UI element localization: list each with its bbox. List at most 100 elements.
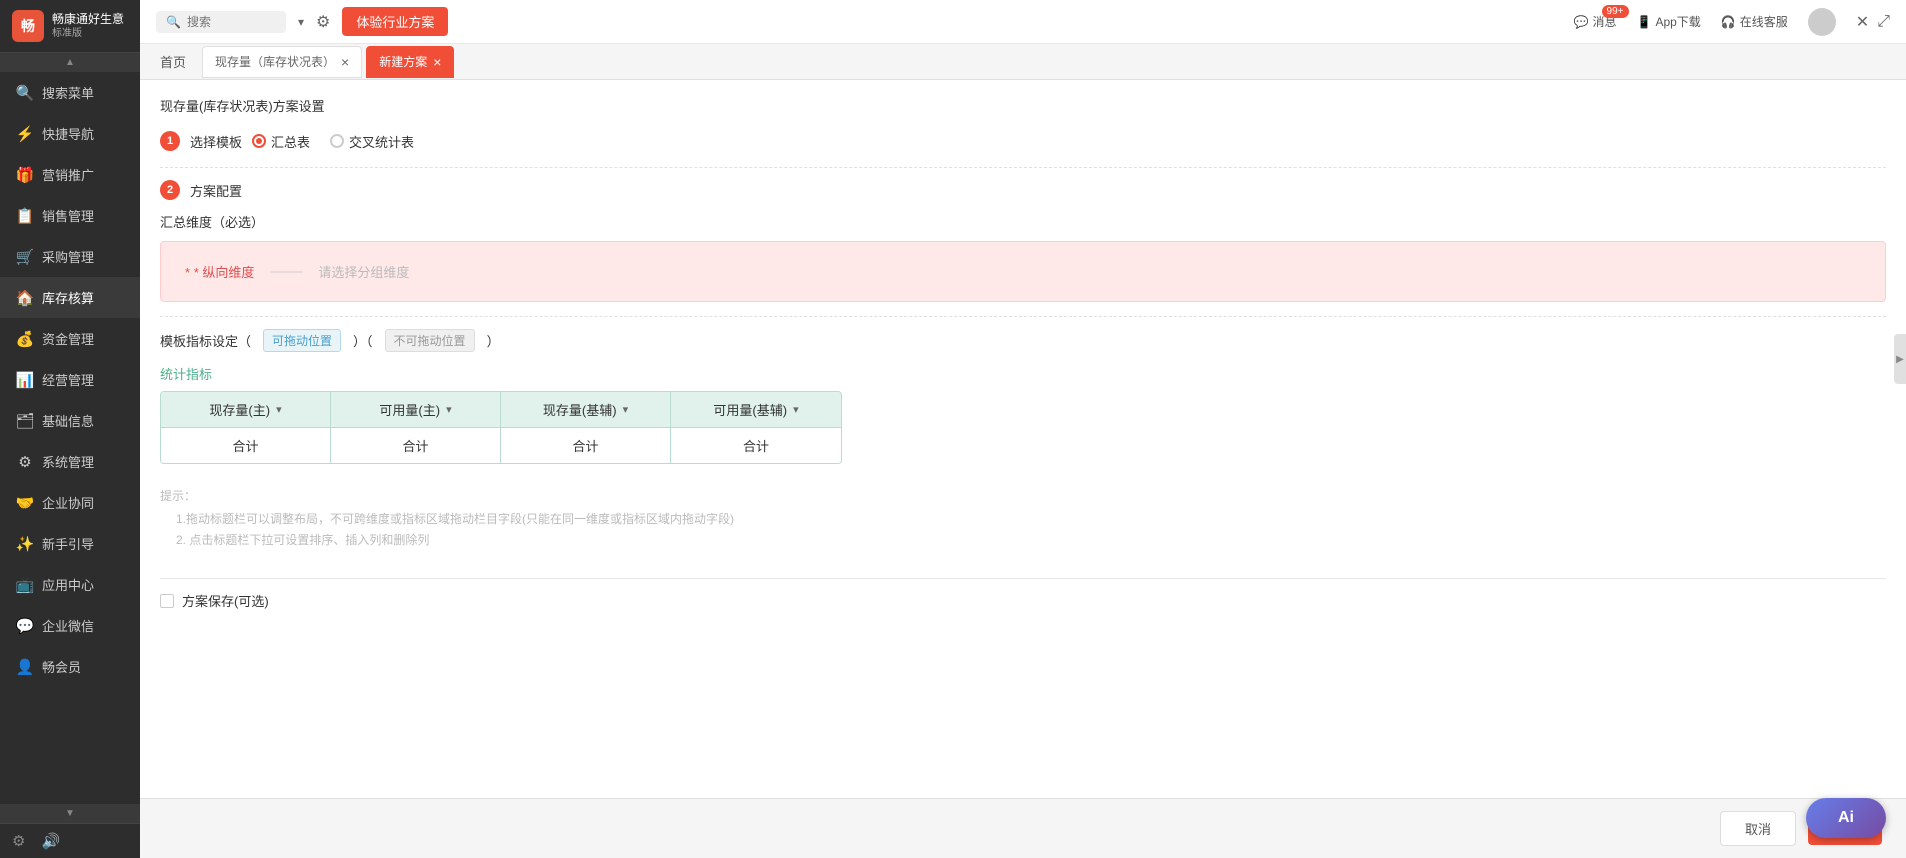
gear-icon[interactable]: ⚙ xyxy=(316,12,330,32)
indicator-badge-draggable: 可拖动位置 xyxy=(263,329,341,352)
col1-dropdown-icon[interactable]: ▾ xyxy=(276,403,282,416)
step1-number: 1 xyxy=(160,131,180,151)
app-center-icon: 📺 xyxy=(16,576,34,594)
tab-close-new-scheme[interactable]: × xyxy=(433,55,441,69)
radio-cross[interactable]: 交叉统计表 xyxy=(330,132,414,151)
nav-icon: ⚡ xyxy=(16,125,34,143)
required-mark: * xyxy=(185,265,190,280)
sidebar-item-member[interactable]: 👤 畅会员 xyxy=(0,646,140,687)
ai-float-button[interactable]: Ai xyxy=(1806,798,1886,838)
bottom-bar: 取消 查询 xyxy=(140,798,1906,858)
gift-icon: 🎁 xyxy=(16,166,34,184)
stat-col-3-header: 现存量(基辅) ▾ xyxy=(501,392,670,427)
expand-icon[interactable]: ⤢ xyxy=(1877,13,1890,31)
save-scheme-checkbox[interactable] xyxy=(160,594,174,608)
stat-col-1-header: 现存量(主) ▾ xyxy=(161,392,330,427)
chevron-down-icon: ▾ xyxy=(298,15,304,29)
tab-bar: 首页 现存量（库存状况表） × 新建方案 × xyxy=(140,44,1906,80)
speaker-icon[interactable]: 🔊 xyxy=(41,832,60,850)
tips-section: 提示： 1.拖动标题栏可以调整布局，不可跨维度或指标区域拖动栏目字段(只能在同一… xyxy=(160,477,1886,562)
stat-col-4: 可用量(基辅) ▾ xyxy=(671,392,841,427)
stat-label: 统计指标 xyxy=(160,364,1886,383)
col3-dropdown-icon[interactable]: ▾ xyxy=(623,403,629,416)
sidebar-item-marketing[interactable]: 🎁 营销推广 xyxy=(0,154,140,195)
tab-new-scheme[interactable]: 新建方案 × xyxy=(366,46,454,78)
sidebar-scroll-down[interactable]: ▼ xyxy=(0,804,140,823)
radio-summary[interactable]: 汇总表 xyxy=(252,132,310,151)
sidebar-item-guide[interactable]: ✨ 新手引导 xyxy=(0,523,140,564)
step1-section: 1 选择模板 汇总表 交叉统计表 xyxy=(160,131,1886,151)
sidebar-item-nav[interactable]: ⚡ 快捷导航 xyxy=(0,113,140,154)
sidebar-footer: ⚙ 🔊 xyxy=(0,823,140,858)
dimension-arrow: —— xyxy=(270,263,302,281)
step1-title: 选择模板 xyxy=(190,132,242,151)
step2-header: 2 方案配置 xyxy=(160,180,1886,200)
stat-col-2-header: 可用量(主) ▾ xyxy=(331,392,500,427)
sidebar-item-finance[interactable]: 💰 资金管理 xyxy=(0,318,140,359)
step2-title: 方案配置 xyxy=(190,181,242,200)
col2-dropdown-icon[interactable]: ▾ xyxy=(446,403,452,416)
wechat-icon: 💬 xyxy=(16,617,34,635)
tab-home[interactable]: 首页 xyxy=(148,46,198,78)
sidebar-item-purchase[interactable]: 🛒 采购管理 xyxy=(0,236,140,277)
sidebar-scroll-up[interactable]: ▲ xyxy=(0,53,140,72)
info-icon: 🗂 xyxy=(16,412,34,430)
divider-1 xyxy=(160,167,1886,168)
sidebar-item-business[interactable]: 📊 经营管理 xyxy=(0,359,140,400)
divider-2 xyxy=(160,316,1886,317)
top-dropdown[interactable]: ▾ xyxy=(298,15,304,29)
collab-icon: 🤝 xyxy=(16,494,34,512)
tab-close-inventory[interactable]: × xyxy=(341,55,349,69)
stat-cell-4: 合计 xyxy=(671,427,841,463)
tab-inventory-status[interactable]: 现存量（库存状况表） × xyxy=(202,46,362,78)
search-input[interactable] xyxy=(187,15,267,29)
template-radio-group: 汇总表 交叉统计表 xyxy=(252,132,414,151)
page-content: 现存量(库存状况表)方案设置 1 选择模板 汇总表 xyxy=(140,80,1906,638)
online-service-item[interactable]: 🎧 在线客服 xyxy=(1721,13,1788,30)
stat-cell-1: 合计 xyxy=(161,427,331,463)
vertical-dimension-label: * * 纵向维度 xyxy=(185,262,254,281)
sales-icon: 📋 xyxy=(16,207,34,225)
col4-dropdown-icon[interactable]: ▾ xyxy=(793,403,799,416)
close-icon[interactable]: ✕ xyxy=(1856,12,1869,32)
settings-icon[interactable]: ⚙ xyxy=(12,832,25,850)
sidebar-item-wechat[interactable]: 💬 企业微信 xyxy=(0,605,140,646)
top-search-box[interactable]: 🔍 xyxy=(156,11,286,33)
message-item[interactable]: 💬 消息 99+ xyxy=(1574,13,1617,30)
stat-col-1: 现存量(主) ▾ xyxy=(161,392,331,427)
avatar[interactable] xyxy=(1808,8,1836,36)
dimension-area[interactable]: * * 纵向维度 —— 请选择分组维度 xyxy=(160,241,1886,302)
indicator-settings: 模板指标设定（ 可拖动位置 ）（ 不可拖动位置 ） xyxy=(160,329,1886,352)
sidebar-item-inventory[interactable]: 🏠 库存核算 xyxy=(0,277,140,318)
step1-header: 1 选择模板 汇总表 交叉统计表 xyxy=(160,131,1886,151)
tip-2: 2. 点击标题栏下拉可设置排序、插入列和删除列 xyxy=(160,531,1886,548)
sidebar-item-system[interactable]: ⚙ 系统管理 xyxy=(0,441,140,482)
page-title: 现存量(库存状况表)方案设置 xyxy=(160,96,1886,115)
content-area: 现存量(库存状况表)方案设置 1 选择模板 汇总表 xyxy=(140,80,1906,798)
sidebar-item-search[interactable]: 🔍 搜索菜单 xyxy=(0,72,140,113)
sidebar-logo: 畅 畅康通好生意 标准版 xyxy=(0,0,140,53)
sidebar-item-sales[interactable]: 📋 销售管理 xyxy=(0,195,140,236)
dimension-placeholder: 请选择分组维度 xyxy=(318,262,409,281)
radio-cross-circle xyxy=(330,134,344,148)
search-icon-small: 🔍 xyxy=(166,15,181,29)
sidebar-item-basic-info[interactable]: 🗂 基础信息 xyxy=(0,400,140,441)
sidebar-item-collab[interactable]: 🤝 企业协同 xyxy=(0,482,140,523)
finance-icon: 💰 xyxy=(16,330,34,348)
stat-col-3: 现存量(基辅) ▾ xyxy=(501,392,671,427)
system-icon: ⚙ xyxy=(16,453,34,471)
headset-icon: 🎧 xyxy=(1721,15,1736,29)
stat-cell-2: 合计 xyxy=(331,427,501,463)
trial-btn[interactable]: 体验行业方案 xyxy=(342,7,448,36)
app-download-item[interactable]: 📱 App下载 xyxy=(1637,13,1701,30)
sidebar-item-app-center[interactable]: 📺 应用中心 xyxy=(0,564,140,605)
save-scheme-label: 方案保存(可选) xyxy=(182,591,269,610)
cancel-button[interactable]: 取消 xyxy=(1720,811,1796,846)
right-edge-expand-btn[interactable]: ▶ xyxy=(1894,334,1906,384)
search-icon: 🔍 xyxy=(16,84,34,102)
agg-dimension-label: 汇总维度（必选） xyxy=(160,212,1886,231)
guide-icon: ✨ xyxy=(16,535,34,553)
stat-table-header: 现存量(主) ▾ 可用量(主) ▾ xyxy=(161,392,841,427)
sidebar: 畅 畅康通好生意 标准版 ▲ 🔍 搜索菜单 ⚡ 快捷导航 🎁 营销推广 📋 销售… xyxy=(0,0,140,858)
download-icon: 📱 xyxy=(1637,15,1652,29)
